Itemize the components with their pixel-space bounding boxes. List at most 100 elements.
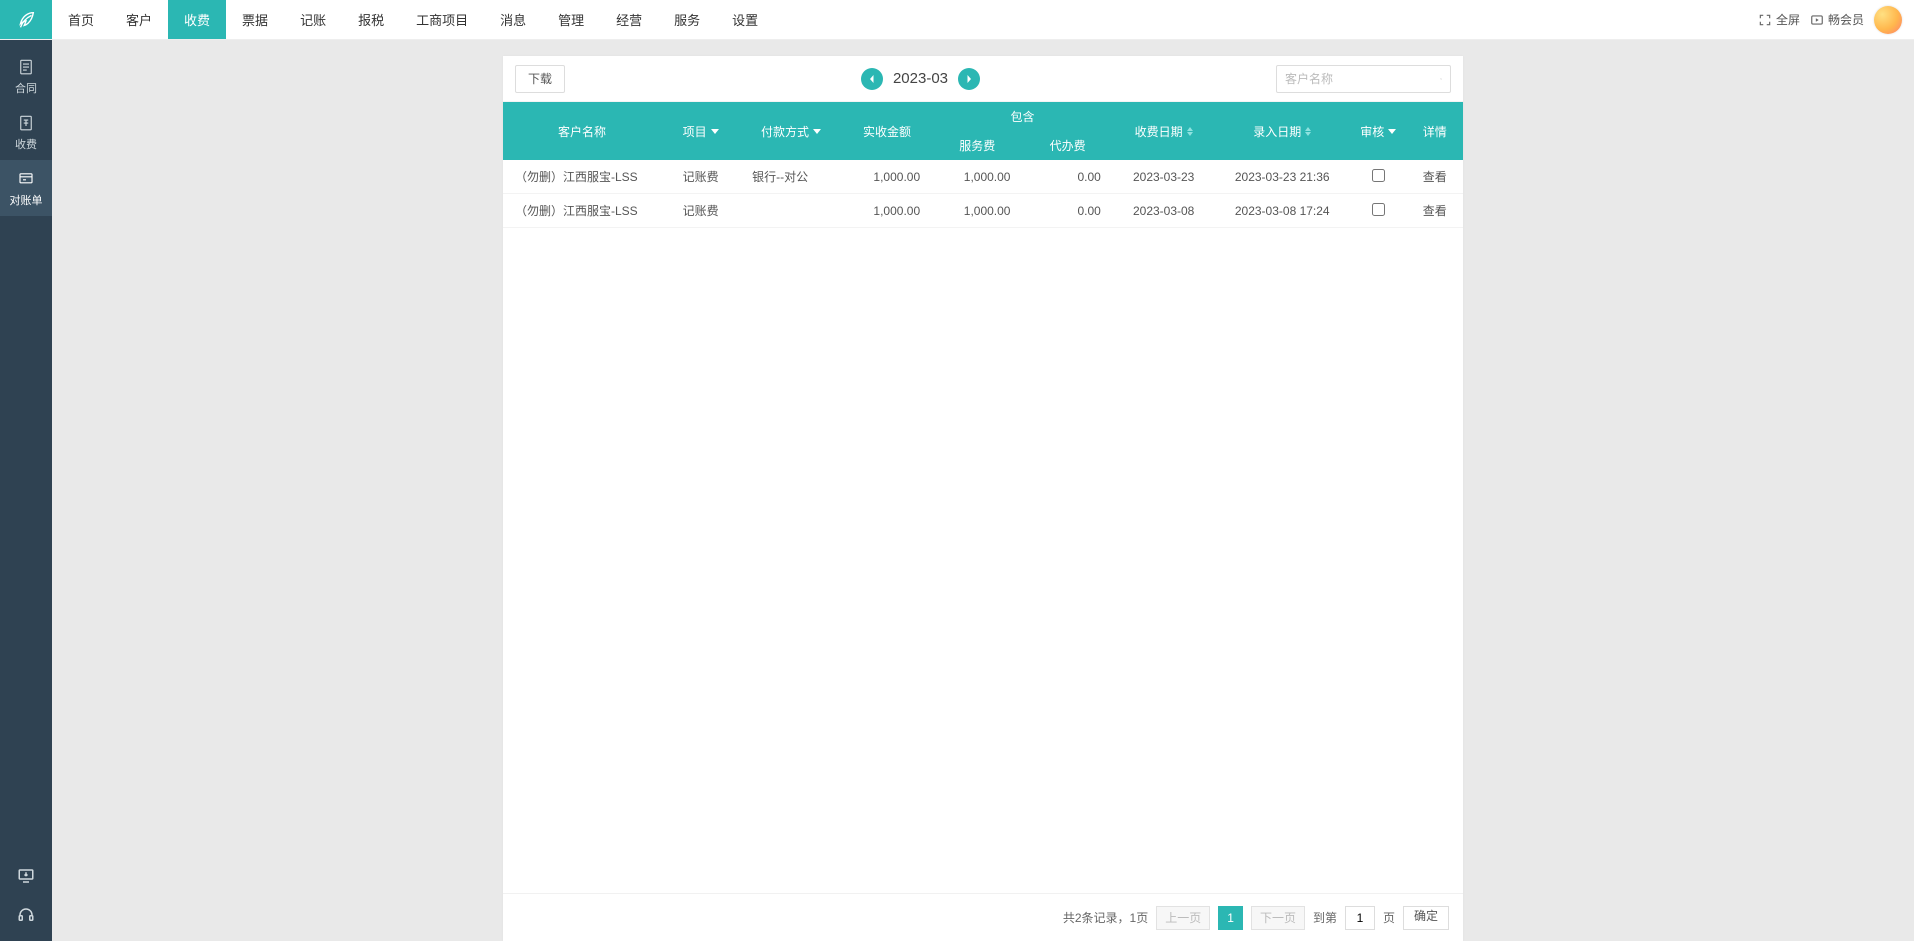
col-entry-date-label: 录入日期 xyxy=(1253,123,1301,140)
monitor-download-icon xyxy=(17,867,35,885)
nav-item-2[interactable]: 收费 xyxy=(168,0,226,39)
pagination: 共2条记录，1页 上一页 1 下一页 到第 页 确定 xyxy=(503,893,1463,941)
cell-actual-amount: 1,000.00 xyxy=(842,194,932,228)
nav-item-3[interactable]: 票据 xyxy=(226,0,284,39)
page-1-button[interactable]: 1 xyxy=(1218,906,1243,930)
sort-icon xyxy=(1305,127,1311,136)
download-button[interactable]: 下载 xyxy=(515,65,565,93)
next-period-button[interactable] xyxy=(958,68,980,90)
col-paymethod-header[interactable]: 付款方式 xyxy=(740,102,842,160)
caret-down-icon xyxy=(711,129,719,134)
col-paymethod-label: 付款方式 xyxy=(761,123,809,140)
nav-item-0[interactable]: 首页 xyxy=(52,0,110,39)
table-row: （勿删）江西服宝-LSS记账费银行--对公1,000.001,000.000.0… xyxy=(503,160,1463,194)
logo[interactable] xyxy=(0,0,52,39)
feather-logo-icon xyxy=(15,9,37,31)
col-include-group: 包含 xyxy=(1010,108,1034,125)
nav-item-8[interactable]: 管理 xyxy=(542,0,600,39)
current-period: 2023-03 xyxy=(893,70,948,87)
goto-suffix: 页 xyxy=(1383,909,1395,926)
fullscreen-button[interactable]: 全屏 xyxy=(1758,11,1800,28)
cell-customer: （勿删）江西服宝-LSS xyxy=(503,194,661,228)
cell-detail: 查看 xyxy=(1406,160,1463,194)
caret-down-icon xyxy=(813,129,821,134)
main-content: 下载 2023-03 xyxy=(52,40,1914,941)
nav-item-11[interactable]: 设置 xyxy=(716,0,774,39)
sidebar-item-收费[interactable]: 收费 xyxy=(0,104,52,160)
period-navigator: 2023-03 xyxy=(861,68,980,90)
fees-icon xyxy=(17,114,35,132)
cell-agency-fee: 0.00 xyxy=(1022,160,1112,194)
prev-period-button[interactable] xyxy=(861,68,883,90)
goto-confirm-button[interactable]: 确定 xyxy=(1403,906,1449,930)
contract-icon xyxy=(17,58,35,76)
cell-entry-date: 2023-03-08 17:24 xyxy=(1214,194,1350,228)
sidebar: 合同收费对账单 xyxy=(0,40,52,941)
nav-item-5[interactable]: 报税 xyxy=(342,0,400,39)
goto-page-input[interactable] xyxy=(1345,906,1375,930)
col-actual-amount: 实收金额 xyxy=(863,123,911,140)
view-detail-link[interactable]: 查看 xyxy=(1423,170,1447,184)
cell-paymethod: 银行--对公 xyxy=(740,160,842,194)
audit-checkbox[interactable] xyxy=(1372,169,1385,182)
nav-item-6[interactable]: 工商项目 xyxy=(400,0,484,39)
col-project-header[interactable]: 项目 xyxy=(661,102,740,160)
cell-paymethod xyxy=(740,194,842,228)
nav-item-9[interactable]: 经营 xyxy=(600,0,658,39)
sidebar-item-label: 对账单 xyxy=(10,192,43,208)
table-row: （勿删）江西服宝-LSS记账费1,000.001,000.000.002023-… xyxy=(503,194,1463,228)
view-detail-link[interactable]: 查看 xyxy=(1423,204,1447,218)
col-detail: 详情 xyxy=(1423,123,1447,140)
prev-page-button[interactable]: 上一页 xyxy=(1156,906,1210,930)
caret-down-icon xyxy=(1388,129,1396,134)
search-input[interactable] xyxy=(1285,72,1440,86)
cell-service-fee: 1,000.00 xyxy=(932,194,1022,228)
cell-audit xyxy=(1350,194,1406,228)
cell-project: 记账费 xyxy=(661,194,740,228)
audit-checkbox[interactable] xyxy=(1372,203,1385,216)
sidebar-item-对账单[interactable]: 对账单 xyxy=(0,160,52,216)
nav-item-10[interactable]: 服务 xyxy=(658,0,716,39)
col-charge-date-label: 收费日期 xyxy=(1135,123,1183,140)
avatar[interactable] xyxy=(1874,6,1902,34)
support-button[interactable] xyxy=(17,906,35,927)
next-page-button[interactable]: 下一页 xyxy=(1251,906,1305,930)
member-button[interactable]: 畅会员 xyxy=(1810,11,1864,28)
col-service-fee: 服务费 xyxy=(959,139,995,153)
member-label: 畅会员 xyxy=(1828,11,1864,28)
download-button-label: 下载 xyxy=(528,70,552,87)
cell-actual-amount: 1,000.00 xyxy=(842,160,932,194)
cell-service-fee: 1,000.00 xyxy=(932,160,1022,194)
sidebar-item-label: 收费 xyxy=(15,136,37,152)
col-project-label: 项目 xyxy=(683,123,707,140)
sidebar-item-label: 合同 xyxy=(15,80,37,96)
cell-charge-date: 2023-03-08 xyxy=(1113,194,1215,228)
col-audit-header[interactable]: 审核 xyxy=(1350,102,1406,160)
headset-icon xyxy=(17,906,35,924)
cell-customer: （勿删）江西服宝-LSS xyxy=(503,160,661,194)
sidebar-item-合同[interactable]: 合同 xyxy=(0,48,52,104)
cell-project: 记账费 xyxy=(661,160,740,194)
cell-audit xyxy=(1350,160,1406,194)
col-customer: 客户名称 xyxy=(558,123,606,140)
goto-prefix: 到第 xyxy=(1313,909,1337,926)
col-audit-label: 审核 xyxy=(1360,123,1384,140)
col-entry-date-header[interactable]: 录入日期 xyxy=(1214,102,1350,160)
cell-charge-date: 2023-03-23 xyxy=(1113,160,1215,194)
col-agency-fee: 代办费 xyxy=(1050,139,1086,153)
top-nav: 首页客户收费票据记账报税工商项目消息管理经营服务设置 全屏 畅会员 xyxy=(0,0,1914,40)
fullscreen-icon xyxy=(1758,13,1772,27)
statement-panel: 下载 2023-03 xyxy=(503,56,1463,941)
cell-entry-date: 2023-03-23 21:36 xyxy=(1214,160,1350,194)
sort-icon xyxy=(1187,127,1193,136)
chevron-left-icon xyxy=(867,74,877,84)
statement-icon xyxy=(17,170,35,188)
nav-item-7[interactable]: 消息 xyxy=(484,0,542,39)
col-charge-date-header[interactable]: 收费日期 xyxy=(1113,102,1215,160)
customer-search[interactable] xyxy=(1276,65,1451,93)
statement-table: 客户名称 项目 付款方式 实收金额 包含 收费日期 录入日期 审核 详情 服务费 xyxy=(503,102,1463,228)
nav-item-4[interactable]: 记账 xyxy=(284,0,342,39)
download-client-button[interactable] xyxy=(17,867,35,888)
chevron-right-icon xyxy=(964,74,974,84)
nav-item-1[interactable]: 客户 xyxy=(110,0,168,39)
